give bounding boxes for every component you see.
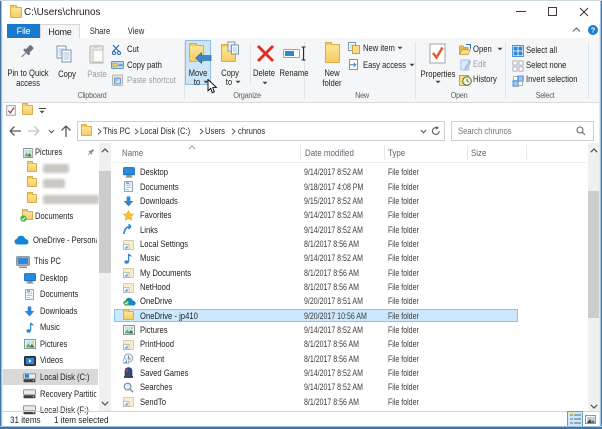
svg-text:?: ? — [591, 26, 596, 35]
